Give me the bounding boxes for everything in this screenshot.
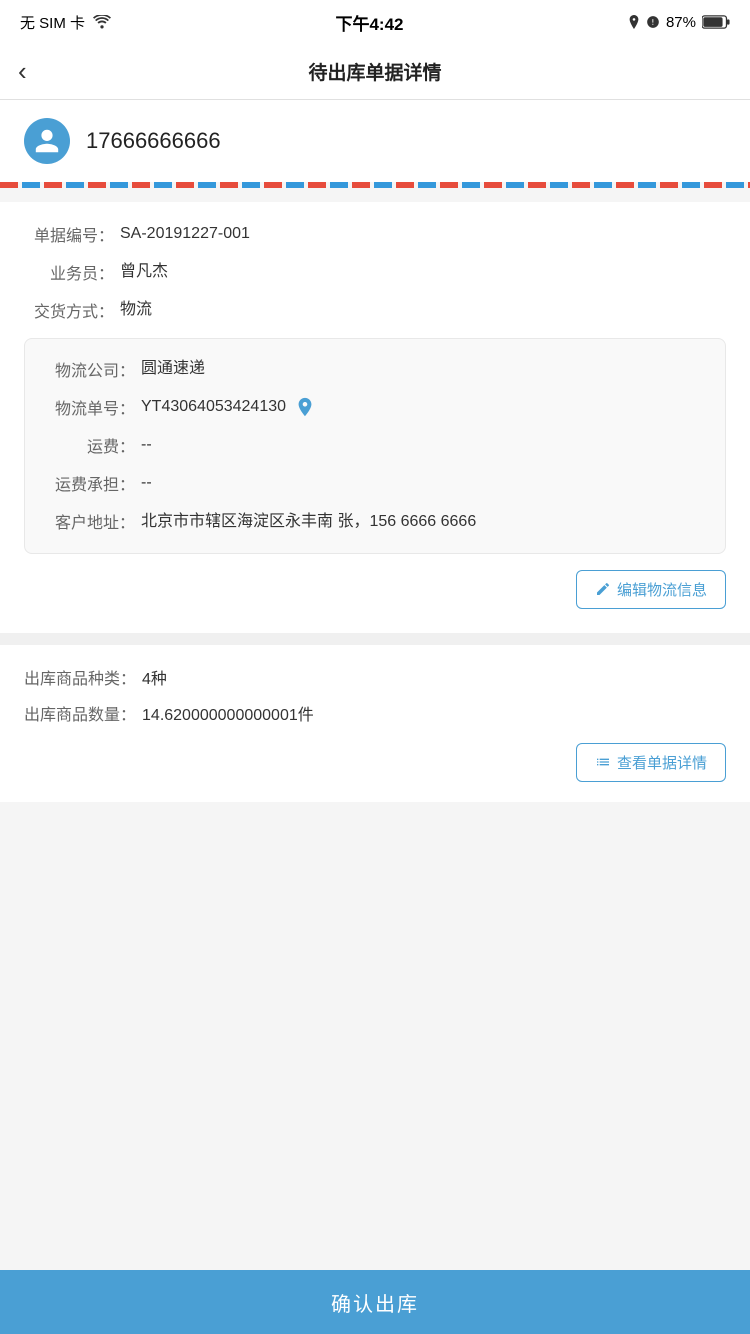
goods-section: 出库商品种类： 4种 出库商品数量： 14.620000000000001件 查… [0,645,750,802]
location-active-icon [628,15,640,29]
logistics-tracking-row: 物流单号： YT43064053424130 [45,395,705,419]
edit-icon [595,581,611,597]
document-number-value: SA-20191227-001 [120,222,726,246]
section-divider [0,633,750,645]
logistics-tracking-label: 物流单号： [45,395,135,419]
order-info-section: 单据编号： SA-20191227-001 业务员： 曾凡杰 交货方式： 物流 … [0,202,750,633]
header-section: 17666666666 [0,100,750,182]
logistics-company-row: 物流公司： 圆通速递 [45,357,705,381]
goods-quantity-label: 出库商品数量： [24,701,136,725]
battery-icon [702,15,730,29]
delivery-method-label: 交货方式： [24,298,114,322]
alarm-icon [646,15,660,29]
avatar [24,118,70,164]
logistics-company-value: 圆通速递 [141,357,705,381]
freight-label: 运费： [45,433,135,457]
status-left: 无 SIM 卡 [20,12,111,33]
confirm-button-label: 确认出库 [331,1288,419,1317]
back-button[interactable]: ‹ [18,56,27,87]
edit-logistics-container: 编辑物流信息 [24,570,726,609]
tracking-location-icon[interactable] [294,396,316,418]
logistics-tracking-value: YT43064053424130 [141,395,705,419]
goods-types-value: 4种 [142,665,167,689]
freight-bearer-label: 运费承担： [45,471,135,495]
freight-bearer-row: 运费承担： -- [45,471,705,495]
address-value: 北京市市辖区海淀区永丰南 张，156 6666 6666 [141,509,705,535]
delivery-method-row: 交货方式： 物流 [24,298,726,322]
view-details-container: 查看单据详情 [24,743,726,782]
goods-quantity-value: 14.620000000000001件 [142,701,314,725]
sales-person-label: 业务员： [24,260,114,284]
address-row: 客户地址： 北京市市辖区海淀区永丰南 张，156 6666 6666 [45,509,705,535]
logistics-company-label: 物流公司： [45,357,135,381]
delivery-method-value: 物流 [120,298,726,322]
wifi-icon [93,15,111,29]
document-number-row: 单据编号： SA-20191227-001 [24,222,726,246]
battery-text: 87% [666,14,696,31]
edit-logistics-button[interactable]: 编辑物流信息 [576,570,726,609]
edit-logistics-label: 编辑物流信息 [617,579,707,600]
dashed-separator [0,182,750,188]
goods-types-label: 出库商品种类： [24,665,136,689]
confirm-bar[interactable]: 确认出库 [0,1270,750,1334]
carrier-text: 无 SIM 卡 [20,12,85,33]
goods-quantity-row: 出库商品数量： 14.620000000000001件 [24,701,726,725]
phone-number: 17666666666 [86,128,221,154]
sales-person-row: 业务员： 曾凡杰 [24,260,726,284]
status-right: 87% [628,14,730,31]
freight-row: 运费： -- [45,433,705,457]
view-details-button[interactable]: 查看单据详情 [576,743,726,782]
freight-bearer-value: -- [141,471,705,495]
status-bar: 无 SIM 卡 下午4:42 87% [0,0,750,44]
page-title: 待出库单据详情 [308,58,441,85]
address-label: 客户地址： [45,509,135,533]
view-details-label: 查看单据详情 [617,752,707,773]
logistics-card: 物流公司： 圆通速递 物流单号： YT43064053424130 运费： -- [24,338,726,554]
bottom-spacer [0,802,750,962]
status-time: 下午4:42 [335,10,403,35]
list-icon [595,754,611,770]
nav-bar: ‹ 待出库单据详情 [0,44,750,100]
freight-value: -- [141,433,705,457]
document-number-label: 单据编号： [24,222,114,246]
goods-types-row: 出库商品种类： 4种 [24,665,726,689]
sales-person-value: 曾凡杰 [120,260,726,284]
